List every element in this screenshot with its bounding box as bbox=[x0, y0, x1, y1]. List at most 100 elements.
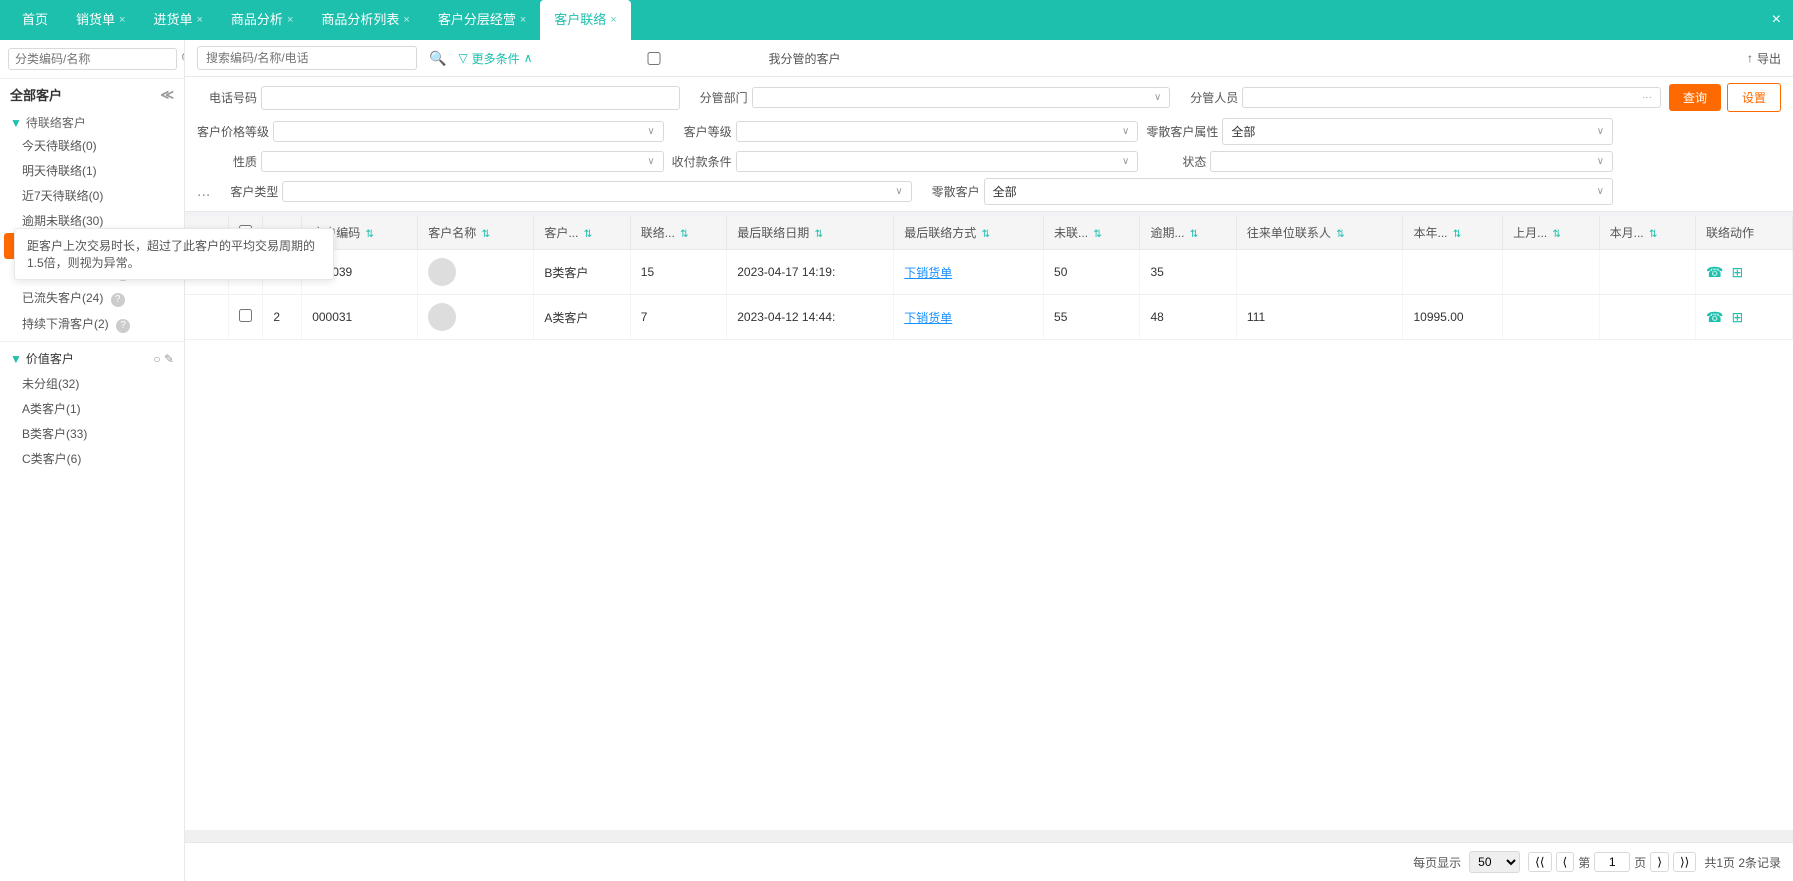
action-grid-icon-1[interactable]: ⊞ bbox=[1732, 264, 1744, 281]
status-label: 状态 bbox=[1146, 153, 1206, 170]
th-customer-type[interactable]: 客户... ⇅ bbox=[534, 216, 630, 250]
first-page-button[interactable]: ⟨⟨ bbox=[1528, 852, 1551, 872]
th-not-contacted[interactable]: 未联... ⇅ bbox=[1044, 216, 1140, 250]
customer-type-select[interactable]: ∨ bbox=[282, 181, 911, 202]
td-this-year-2: 10995.00 bbox=[1403, 295, 1503, 340]
payment-label: 收付款条件 bbox=[672, 153, 732, 170]
sidebar-item-c-class[interactable]: C类客户(6) bbox=[0, 446, 184, 471]
th-last-contact-date[interactable]: 最后联络日期 ⇅ bbox=[727, 216, 894, 250]
td-index-2: 2 bbox=[263, 295, 302, 340]
dept-select[interactable]: ∨ bbox=[752, 87, 1171, 108]
th-this-month[interactable]: 本月... ⇅ bbox=[1599, 216, 1695, 250]
sidebar-item-b-class[interactable]: B类客户(33) bbox=[0, 421, 184, 446]
sidebar-value-group[interactable]: ▼ 价值客户 ○ ✎ bbox=[0, 346, 184, 371]
close-purchase-order-icon[interactable]: × bbox=[196, 0, 202, 40]
td-unit-contact-2: 111 bbox=[1236, 295, 1403, 340]
payment-select[interactable]: ∨ bbox=[736, 151, 1139, 172]
tab-customer-contact[interactable]: 客户联络 × bbox=[540, 0, 630, 40]
action-call-icon-1[interactable]: ☎ bbox=[1706, 264, 1723, 281]
th-customer-name[interactable]: 客户名称 ⇅ bbox=[418, 216, 534, 250]
sort-not-contacted-icon: ⇅ bbox=[1093, 229, 1101, 240]
last-contact-method-link-2[interactable]: 下销货单 bbox=[904, 311, 952, 325]
last-page-button[interactable]: ⟩⟩ bbox=[1673, 852, 1696, 872]
repurchase-tooltip: 距客户上次交易时长，超过了此客户的平均交易周期的1.5倍，则视为异常。 bbox=[14, 228, 185, 280]
data-table: ⚙ 客户编码 ⇅ 客户名称 ⇅ bbox=[185, 216, 1793, 340]
manager-chevron-icon: ··· bbox=[1642, 92, 1652, 103]
tab-purchase-order[interactable]: 进货单 × bbox=[139, 0, 216, 40]
th-contact-count[interactable]: 联络... ⇅ bbox=[630, 216, 726, 250]
lost-customers-question-icon: ? bbox=[111, 293, 125, 307]
sort-last-contact-method-icon: ⇅ bbox=[982, 229, 990, 240]
td-last-contact-method-2[interactable]: 下销货单 bbox=[894, 295, 1044, 340]
th-last-contact-method[interactable]: 最后联络方式 ⇅ bbox=[894, 216, 1044, 250]
close-customer-contact-icon[interactable]: × bbox=[610, 0, 616, 40]
sidebar-item-a-class[interactable]: A类客户(1) bbox=[0, 396, 184, 421]
export-button[interactable]: ↑ 导出 bbox=[1747, 50, 1781, 67]
retail-attr-select[interactable]: 全部 ∨ bbox=[1222, 118, 1613, 145]
phone-input[interactable] bbox=[261, 86, 680, 110]
price-grade-label: 客户价格等级 bbox=[197, 123, 269, 140]
action-call-icon-2[interactable]: ☎ bbox=[1706, 309, 1723, 326]
price-grade-chevron-icon: ∨ bbox=[647, 126, 654, 137]
sidebar-item-unclassified[interactable]: 未分组(32) bbox=[0, 371, 184, 396]
gender-select[interactable]: ∨ bbox=[261, 151, 664, 172]
per-page-select[interactable]: 50 100 200 bbox=[1469, 851, 1520, 873]
sidebar-item-lost-customers[interactable]: 已流失客户(24) ? bbox=[0, 285, 184, 311]
sidebar-search-input[interactable] bbox=[8, 48, 177, 70]
manager-select[interactable]: ··· bbox=[1242, 87, 1661, 108]
sidebar-all-customers[interactable]: 全部客户 ≪ bbox=[0, 79, 184, 110]
sidebar-item-declining-customers[interactable]: 持续下滑客户(2) ? bbox=[0, 311, 184, 337]
close-sales-order-icon[interactable]: × bbox=[119, 0, 125, 40]
tab-sales-order[interactable]: 销货单 × bbox=[62, 0, 139, 40]
page-number-input[interactable] bbox=[1594, 852, 1630, 872]
prev-page-button[interactable]: ⟨ bbox=[1556, 852, 1575, 872]
retail-customer-select[interactable]: 全部 ∨ bbox=[984, 178, 1613, 205]
th-overdue[interactable]: 逾期... ⇅ bbox=[1140, 216, 1236, 250]
value-group-edit-icons[interactable]: ○ ✎ bbox=[153, 352, 174, 366]
tab-customer-tier[interactable]: 客户分层经营 × bbox=[424, 0, 540, 40]
action-icons-2: ☎ ⊞ bbox=[1706, 309, 1782, 326]
last-contact-method-link-1[interactable]: 下销货单 bbox=[904, 266, 952, 280]
td-settings-2 bbox=[185, 295, 229, 340]
value-group-arrow-icon: ▼ bbox=[10, 352, 22, 366]
customer-grade-select[interactable]: ∨ bbox=[736, 121, 1139, 142]
horizontal-scrollbar[interactable] bbox=[185, 830, 1793, 842]
avatar-2 bbox=[428, 303, 456, 331]
tab-product-analysis[interactable]: 商品分析 × bbox=[217, 0, 307, 40]
search-button[interactable]: 🔍 bbox=[429, 50, 446, 67]
sort-customer-code-icon: ⇅ bbox=[366, 229, 374, 240]
next-page-button[interactable]: ⟩ bbox=[1650, 852, 1669, 872]
th-this-year[interactable]: 本年... ⇅ bbox=[1403, 216, 1503, 250]
td-last-contact-method-1[interactable]: 下销货单 bbox=[894, 250, 1044, 295]
tab-product-analysis-list[interactable]: 商品分析列表 × bbox=[307, 0, 423, 40]
row-2-checkbox[interactable] bbox=[239, 309, 252, 322]
gender-chevron-icon: ∨ bbox=[647, 156, 654, 167]
sidebar-item-7days-pending[interactable]: 近7天待联络(0) bbox=[0, 183, 184, 208]
sidebar-pending-contact-group[interactable]: ▼ 待联络客户 bbox=[0, 110, 184, 133]
price-grade-select[interactable]: ∨ bbox=[273, 121, 664, 142]
query-button[interactable]: 查询 bbox=[1669, 84, 1721, 111]
close-product-analysis-icon[interactable]: × bbox=[287, 0, 293, 40]
sidebar-item-today-pending[interactable]: 今天待联络(0) bbox=[0, 133, 184, 158]
sidebar-collapse-icon[interactable]: ≪ bbox=[160, 87, 174, 103]
sidebar-item-tomorrow-pending[interactable]: 明天待联络(1) bbox=[0, 158, 184, 183]
td-checkbox-2[interactable] bbox=[229, 295, 263, 340]
settings-button[interactable]: 设置 bbox=[1727, 83, 1781, 112]
close-customer-tier-icon[interactable]: × bbox=[520, 0, 526, 40]
my-customers-checkbox[interactable]: 我分管的客户 bbox=[544, 50, 840, 67]
more-conditions-button[interactable]: ▽ 更多条件 ∧ bbox=[458, 50, 532, 67]
action-grid-icon-2[interactable]: ⊞ bbox=[1732, 309, 1744, 326]
more-dots-icon[interactable]: ... bbox=[197, 183, 210, 201]
search-input[interactable] bbox=[197, 46, 417, 70]
th-last-month[interactable]: 上月... ⇅ bbox=[1503, 216, 1599, 250]
my-customers-check[interactable] bbox=[544, 52, 764, 65]
status-select[interactable]: ∨ bbox=[1210, 151, 1613, 172]
th-unit-contact[interactable]: 往来单位联系人 ⇅ bbox=[1236, 216, 1403, 250]
td-not-contacted-1: 50 bbox=[1044, 250, 1140, 295]
total-pages-label: 页 bbox=[1634, 854, 1646, 871]
table-row: 2 000031 A类客户 7 2023-04-12 14:44: 下销货单 5… bbox=[185, 295, 1793, 340]
close-all-tabs-button[interactable]: × bbox=[1772, 11, 1781, 29]
tab-home[interactable]: 首页 bbox=[8, 0, 62, 40]
sort-last-contact-date-icon: ⇅ bbox=[815, 229, 823, 240]
close-product-analysis-list-icon[interactable]: × bbox=[403, 0, 409, 40]
